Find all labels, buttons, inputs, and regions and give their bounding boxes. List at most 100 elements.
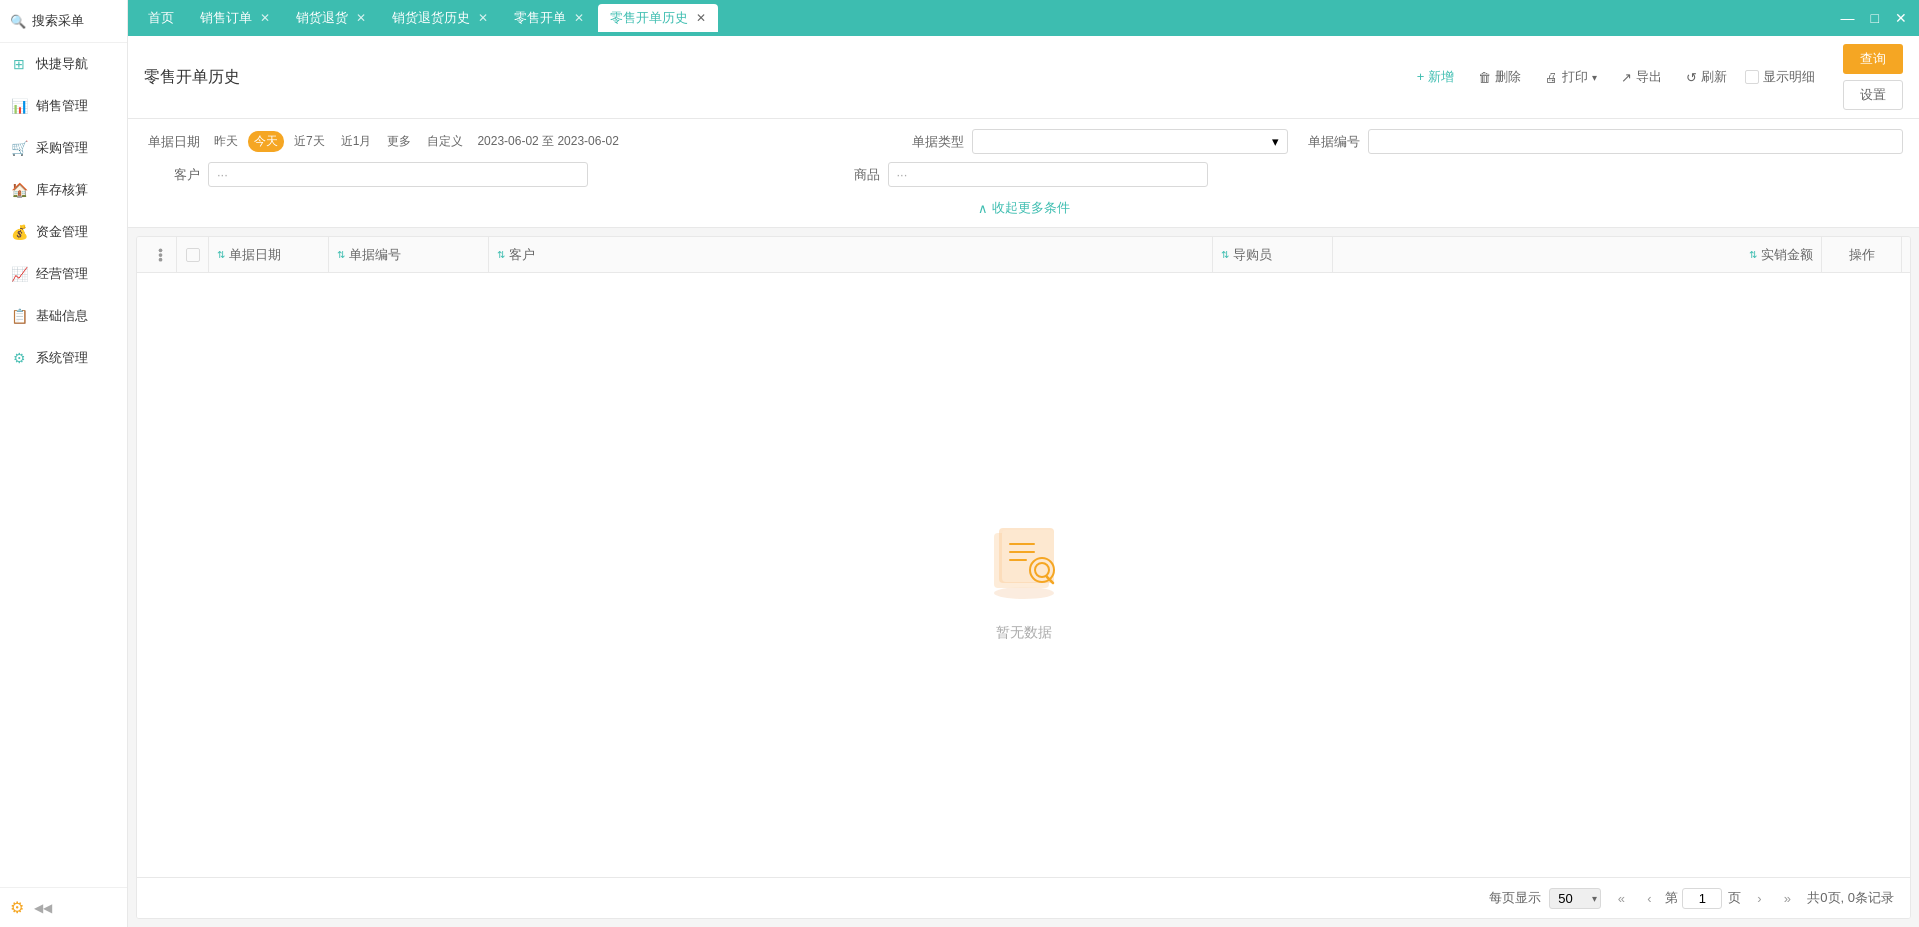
detail-checkbox-icon[interactable]: [1745, 70, 1759, 84]
date-more[interactable]: 更多: [381, 131, 417, 152]
sidebar-item-system[interactable]: ⚙ 系统管理: [0, 337, 127, 379]
filter-customer-col: 客户 ···: [144, 162, 808, 187]
sidebar-item-label: 采购管理: [36, 139, 88, 157]
sidebar-search[interactable]: 🔍 搜索采单: [0, 0, 127, 43]
sidebar-collapse-icon[interactable]: ◀◀: [34, 901, 52, 915]
sort-icon-num[interactable]: ⇅: [337, 249, 345, 260]
svg-point-10: [1030, 558, 1054, 582]
svg-point-1: [159, 248, 163, 252]
date-7days[interactable]: 近7天: [288, 131, 331, 152]
tab-close-icon[interactable]: ✕: [478, 11, 488, 25]
tab-home[interactable]: 首页: [136, 4, 186, 32]
sort-icon-date[interactable]: ⇅: [217, 249, 225, 260]
header-checkbox-icon[interactable]: [186, 248, 200, 262]
query-button[interactable]: 查询: [1843, 44, 1903, 74]
goods-filter-input[interactable]: ···: [888, 162, 1208, 187]
col-guide: ⇅ 导购员: [1213, 237, 1333, 272]
filter-row-1: 单据日期 昨天 今天 近7天 近1月 更多 自定义 2023-06-02 至 2…: [144, 129, 1903, 154]
sort-icon-amount[interactable]: ⇅: [1749, 249, 1757, 260]
col-customer: ⇅ 客户: [489, 237, 1213, 272]
date-yesterday[interactable]: 昨天: [208, 131, 244, 152]
tab-sales-return[interactable]: 销货退货 ✕: [284, 4, 378, 32]
sidebar-item-operations[interactable]: 📈 经营管理: [0, 253, 127, 295]
sidebar-item-quick-nav[interactable]: ⊞ 快捷导航: [0, 43, 127, 85]
sidebar-item-label: 快捷导航: [36, 55, 88, 73]
sidebar-bottom: ⚙ ◀◀: [0, 887, 127, 927]
date-range-text: 2023-06-02 至 2023-06-02: [477, 133, 618, 150]
operations-icon: 📈: [10, 265, 28, 283]
finance-icon: 💰: [10, 223, 28, 241]
first-page-button[interactable]: «: [1609, 886, 1633, 910]
tab-label: 销售订单: [200, 9, 252, 27]
export-button[interactable]: ↗ 导出: [1615, 64, 1668, 90]
num-filter-input[interactable]: [1368, 129, 1903, 154]
delete-icon: 🗑: [1478, 70, 1491, 85]
filter-row-2: 客户 ··· 商品 ···: [144, 162, 1903, 187]
date-custom[interactable]: 自定义: [421, 131, 469, 152]
per-page-select[interactable]: 10 20 50 100: [1549, 888, 1601, 909]
pagination: 每页显示 10 20 50 100 « ‹ 第 页 › »: [137, 877, 1910, 918]
sort-icon-customer[interactable]: ⇅: [497, 249, 505, 260]
sidebar-item-label: 库存核算: [36, 181, 88, 199]
collapse-bar[interactable]: ∧ 收起更多条件: [144, 195, 1903, 217]
tab-retail-open[interactable]: 零售开单 ✕: [502, 4, 596, 32]
search-icon: 🔍: [10, 14, 26, 29]
svg-point-2: [159, 257, 163, 261]
refresh-icon: ↺: [1686, 70, 1697, 85]
page-of-label: 页: [1728, 889, 1741, 907]
next-page-button[interactable]: ›: [1747, 886, 1771, 910]
sidebar-item-base-info[interactable]: 📋 基础信息: [0, 295, 127, 337]
sidebar-item-sales-mgmt[interactable]: 📊 销售管理: [0, 85, 127, 127]
per-page-select-wrap[interactable]: 10 20 50 100: [1549, 888, 1601, 909]
num-filter-label: 单据编号: [1304, 133, 1360, 151]
system-icon: ⚙: [10, 349, 28, 367]
settings-gear-icon[interactable]: ⚙: [10, 898, 24, 917]
page-title: 零售开单历史: [144, 67, 240, 88]
page-area: 零售开单历史 + 新增 🗑 删除 🖨 打印 ▾ ↗ 导出 ↺: [128, 36, 1919, 927]
tab-close-icon[interactable]: ✕: [356, 11, 366, 25]
column-settings[interactable]: [145, 237, 177, 272]
date-today[interactable]: 今天: [248, 131, 284, 152]
sidebar-item-inventory[interactable]: 🏠 库存核算: [0, 169, 127, 211]
close-button[interactable]: ✕: [1891, 8, 1911, 28]
select-all-checkbox[interactable]: [177, 237, 209, 272]
col-date: ⇅ 单据日期: [209, 237, 329, 272]
table-header: ⇅ 单据日期 ⇅ 单据编号 ⇅ 客户 ⇅ 导购员 ⇅ 实销金额: [137, 237, 1910, 273]
refresh-button[interactable]: ↺ 刷新: [1680, 64, 1733, 90]
customer-filter-label: 客户: [144, 166, 200, 184]
goods-filter-label: 商品: [824, 166, 880, 184]
tab-retail-open-history[interactable]: 零售开单历史 ✕: [598, 4, 718, 32]
tab-close-icon[interactable]: ✕: [696, 11, 706, 25]
base-info-icon: 📋: [10, 307, 28, 325]
sidebar-item-purchase-mgmt[interactable]: 🛒 采购管理: [0, 127, 127, 169]
sort-icon-guide[interactable]: ⇅: [1221, 249, 1229, 260]
minimize-button[interactable]: —: [1837, 8, 1859, 28]
delete-button[interactable]: 🗑 删除: [1472, 64, 1527, 90]
type-filter-label: 单据类型: [908, 133, 964, 151]
sidebar-item-label: 系统管理: [36, 349, 88, 367]
settings-button[interactable]: 设置: [1843, 80, 1903, 110]
prev-page-button[interactable]: ‹: [1637, 886, 1661, 910]
print-button[interactable]: 🖨 打印 ▾: [1539, 64, 1603, 90]
purchase-mgmt-icon: 🛒: [10, 139, 28, 157]
tab-sales-order[interactable]: 销售订单 ✕: [188, 4, 282, 32]
tab-sales-return-history[interactable]: 销货退货历史 ✕: [380, 4, 500, 32]
date-1month[interactable]: 近1月: [335, 131, 378, 152]
add-button[interactable]: + 新增: [1411, 64, 1460, 90]
inventory-icon: 🏠: [10, 181, 28, 199]
tab-close-icon[interactable]: ✕: [260, 11, 270, 25]
tab-label: 销货退货: [296, 9, 348, 27]
maximize-button[interactable]: □: [1867, 8, 1883, 28]
type-filter-select[interactable]: ▾: [972, 129, 1288, 154]
display-detail-checkbox[interactable]: 显示明细: [1745, 68, 1815, 86]
col-op: 操作: [1822, 237, 1902, 272]
current-page-input[interactable]: [1682, 888, 1722, 909]
last-page-button[interactable]: »: [1775, 886, 1799, 910]
sidebar-item-label: 资金管理: [36, 223, 88, 241]
filter-goods-col: 商品 ···: [824, 162, 1224, 187]
sidebar-item-finance[interactable]: 💰 资金管理: [0, 211, 127, 253]
toolbar-actions: + 新增 🗑 删除 🖨 打印 ▾ ↗ 导出 ↺ 刷新: [1411, 44, 1903, 110]
tab-close-icon[interactable]: ✕: [574, 11, 584, 25]
customer-filter-input[interactable]: ···: [208, 162, 588, 187]
query-set-buttons: 查询 设置: [1843, 44, 1903, 110]
